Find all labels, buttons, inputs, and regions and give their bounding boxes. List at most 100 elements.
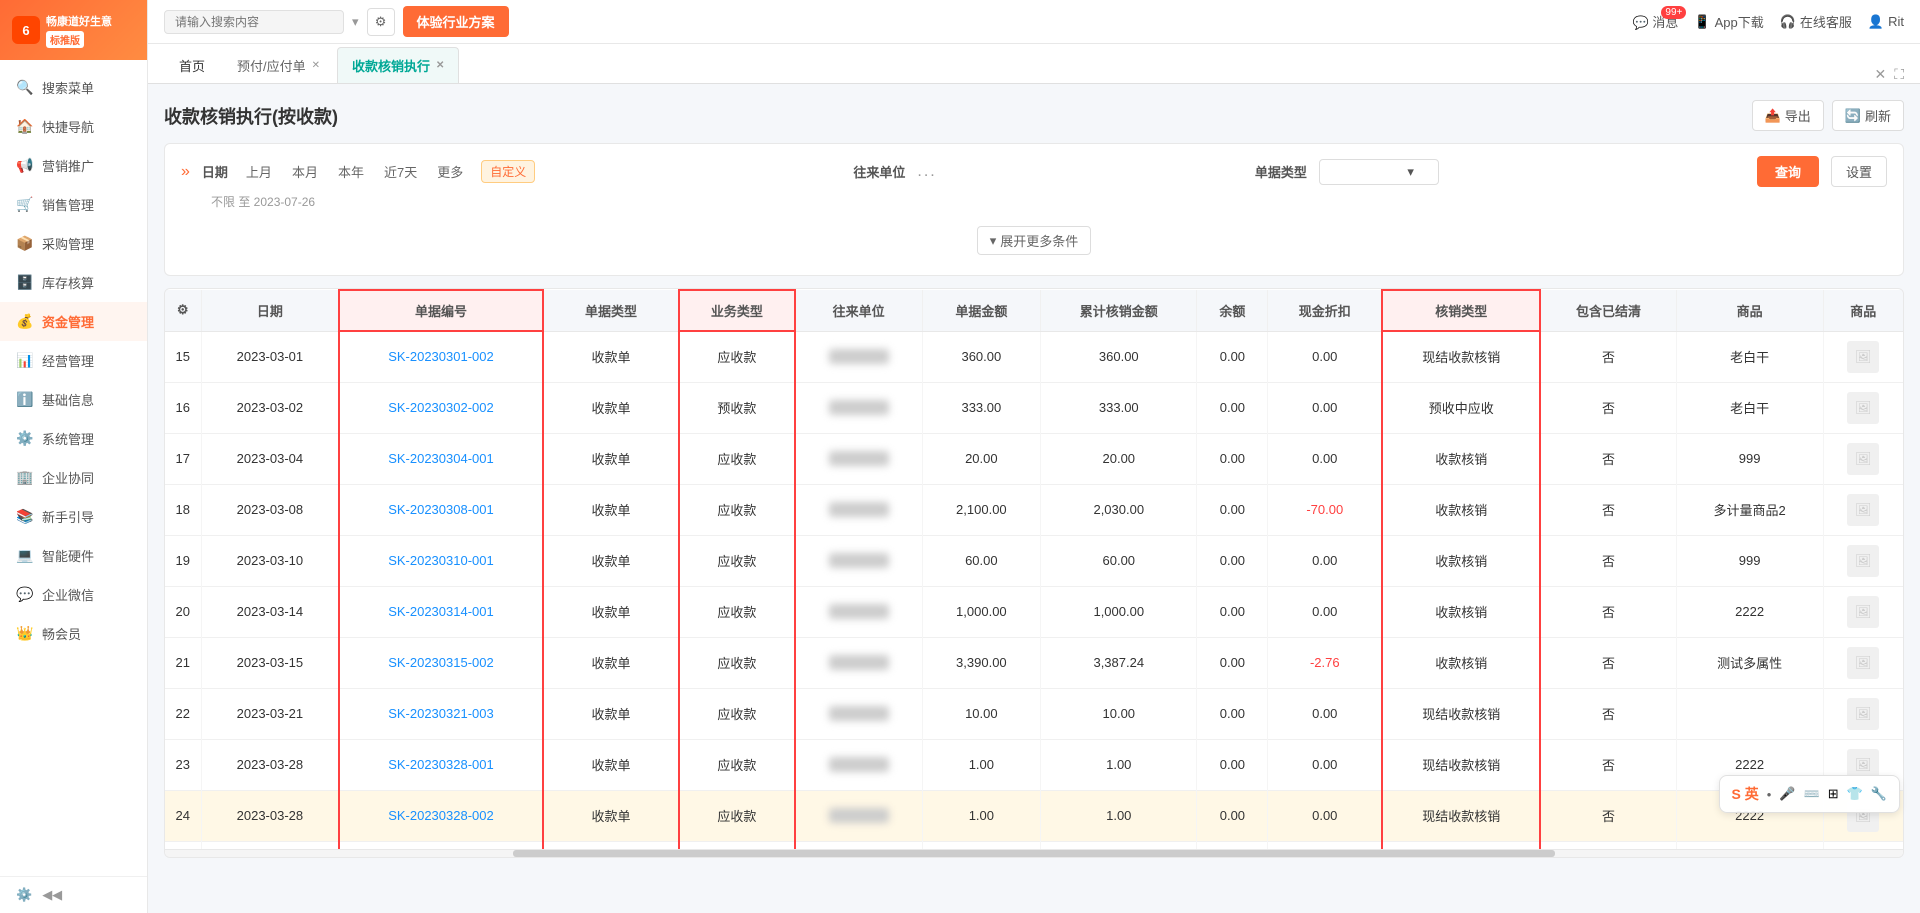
date-option-more[interactable]: 更多: [431, 160, 469, 183]
tab-receivable-close[interactable]: ✕: [436, 60, 444, 71]
col-product2: 商品: [1823, 290, 1903, 331]
corner-brand: S 英: [1732, 784, 1759, 804]
col-discount: 0.00: [1268, 331, 1382, 382]
refresh-icon: 🔄: [1845, 108, 1861, 124]
query-button[interactable]: 查询: [1757, 156, 1819, 187]
messages-button[interactable]: 💬 消息 99+: [1633, 12, 1679, 31]
system-icon: ⚙️: [16, 430, 34, 447]
settings-footer-icon[interactable]: ⚙️: [16, 887, 32, 903]
col-settings-icon[interactable]: ⚙: [177, 302, 189, 317]
tab-receivable-exec[interactable]: 收款核销执行 ✕: [337, 47, 459, 83]
date-option-this-year[interactable]: 本年: [332, 160, 370, 183]
sidebar-item-hardware[interactable]: 💻智能硬件: [0, 536, 147, 575]
sidebar-item-wechat[interactable]: 💬企业微信: [0, 575, 147, 614]
doc-no-link[interactable]: SK-20230308-001: [388, 502, 494, 517]
wechat-icon: 💬: [16, 586, 34, 603]
date-option-prev-month[interactable]: 上月: [240, 160, 278, 183]
col-doc-type: 收款单: [543, 739, 680, 790]
col-balance: 0.00: [1197, 739, 1268, 790]
sidebar-item-sales[interactable]: 🛒销售管理: [0, 185, 147, 224]
sidebar-item-marketing[interactable]: 📢营销推广: [0, 146, 147, 185]
sidebar-footer[interactable]: ⚙️ ◀◀: [0, 876, 147, 913]
col-amount: 60.00: [922, 535, 1040, 586]
logo-icon: 6: [12, 16, 40, 44]
collapse-footer-icon[interactable]: ◀◀: [42, 887, 62, 903]
tab-close-all-icon[interactable]: ✕: [1874, 66, 1886, 83]
tab-prepaid-close[interactable]: ✕: [312, 60, 320, 71]
sales-icon: 🛒: [16, 196, 34, 213]
doc-no-link[interactable]: SK-20230302-002: [388, 400, 494, 415]
col-cum-amount: 1.00: [1041, 790, 1197, 841]
col-amount: 单据金额: [922, 290, 1040, 331]
sidebar-label-guide: 新手引导: [42, 507, 94, 526]
date-option-this-month[interactable]: 本月: [286, 160, 324, 183]
filter-expand-arrow[interactable]: »: [181, 163, 190, 181]
doc-no-link[interactable]: SK-20230315-002: [388, 655, 494, 670]
doc-no-link[interactable]: SK-20230310-001: [388, 553, 494, 568]
doc-no-link[interactable]: SK-20230314-001: [388, 604, 494, 619]
export-button[interactable]: 📤 导出: [1752, 100, 1824, 131]
sidebar-item-enterprise[interactable]: 🏢企业协同: [0, 458, 147, 497]
col-no: 25: [165, 841, 201, 849]
industry-button[interactable]: 体验行业方案: [403, 6, 509, 37]
tab-prepaid-invoice[interactable]: 预付/应付单 ✕: [222, 47, 335, 83]
settings-button[interactable]: 设置: [1831, 156, 1887, 187]
col-biz-type: 应收款: [679, 790, 794, 841]
sidebar-item-finance[interactable]: 💰资金管理: [0, 302, 147, 341]
col-discount: 0.00: [1268, 586, 1382, 637]
col-doc-type: 单据类型: [543, 290, 680, 331]
sidebar-item-operation[interactable]: 📊经营管理: [0, 341, 147, 380]
date-option-7days[interactable]: 近7天: [378, 160, 423, 183]
doc-no-link[interactable]: SK-20230301-002: [388, 349, 494, 364]
tab-home[interactable]: 首页: [164, 47, 220, 83]
corner-mic-icon[interactable]: 🎤: [1779, 786, 1795, 802]
corner-keyboard-icon[interactable]: ⌨️: [1804, 786, 1820, 802]
col-cum-amount: 1.00: [1041, 739, 1197, 790]
col-cum-amount: 10.00: [1041, 688, 1197, 739]
doc-no-link[interactable]: SK-20230321-003: [388, 706, 494, 721]
partner-blur: ██████: [829, 757, 889, 772]
col-cum-amount: 3,387.24: [1041, 637, 1197, 688]
col-date: 2023-03-08: [201, 484, 339, 535]
corner-grid-icon[interactable]: ⊞: [1828, 786, 1839, 802]
corner-tools-icon[interactable]: 🔧: [1871, 786, 1887, 802]
page-header: 收款核销执行(按收款) 📤 导出 🔄 刷新: [164, 100, 1904, 131]
user-name[interactable]: 👤 Rit: [1868, 14, 1904, 30]
col-settings[interactable]: ⚙: [165, 290, 201, 331]
search-input[interactable]: [164, 10, 344, 34]
col-cum-amount: -2,430.00: [1041, 841, 1197, 849]
col-product2: 🖼: [1823, 433, 1903, 484]
gear-icon[interactable]: ⚙: [367, 8, 395, 36]
col-doc-type: 收款单: [543, 790, 680, 841]
col-doc-type: 收款单: [543, 484, 680, 535]
sidebar-label-enterprise: 企业协同: [42, 468, 94, 487]
sidebar-item-purchase[interactable]: 📦采购管理: [0, 224, 147, 263]
page-title: 收款核销执行(按收款): [164, 103, 338, 129]
sidebar-item-basic-info[interactable]: ℹ️基础信息: [0, 380, 147, 419]
sidebar-item-guide[interactable]: 📚新手引导: [0, 497, 147, 536]
col-doc-type: 收款单: [543, 586, 680, 637]
col-partner: ██████: [795, 841, 923, 849]
support-button[interactable]: 🎧 在线客服: [1780, 12, 1852, 31]
scrollbar-thumb[interactable]: [513, 850, 1556, 857]
sidebar-item-search-menu[interactable]: 🔍搜索菜单: [0, 68, 147, 107]
sidebar-item-system[interactable]: ⚙️系统管理: [0, 419, 147, 458]
doc-type-select[interactable]: ▾: [1319, 159, 1439, 185]
doc-no-link[interactable]: SK-20230304-001: [388, 451, 494, 466]
app-download-button[interactable]: 📱 App下载: [1694, 12, 1763, 31]
col-amount: 333.00: [922, 382, 1040, 433]
horizontal-scrollbar[interactable]: [165, 849, 1903, 857]
sidebar-item-quick-nav[interactable]: 🏠快捷导航: [0, 107, 147, 146]
sidebar-item-inventory[interactable]: 🗄️库存核算: [0, 263, 147, 302]
table-scroll[interactable]: ⚙ 日期 单据编号 单据类型 业务类型 往来单位 单据金额 累计核销金额 余额 …: [165, 289, 1903, 849]
col-product1: 多计量商品2: [1676, 484, 1823, 535]
corner-shirt-icon[interactable]: 👕: [1847, 786, 1863, 802]
tabs-end: ✕ ⛶: [1874, 66, 1920, 83]
date-custom-btn[interactable]: 自定义: [481, 160, 535, 183]
doc-no-link[interactable]: SK-20230328-002: [388, 808, 494, 823]
expand-more-btn[interactable]: ▾ 展开更多条件: [977, 226, 1092, 255]
tab-expand-icon[interactable]: ⛶: [1894, 66, 1904, 83]
sidebar-item-member[interactable]: 👑畅会员: [0, 614, 147, 653]
refresh-button[interactable]: 🔄 刷新: [1832, 100, 1904, 131]
doc-no-link[interactable]: SK-20230328-001: [388, 757, 494, 772]
